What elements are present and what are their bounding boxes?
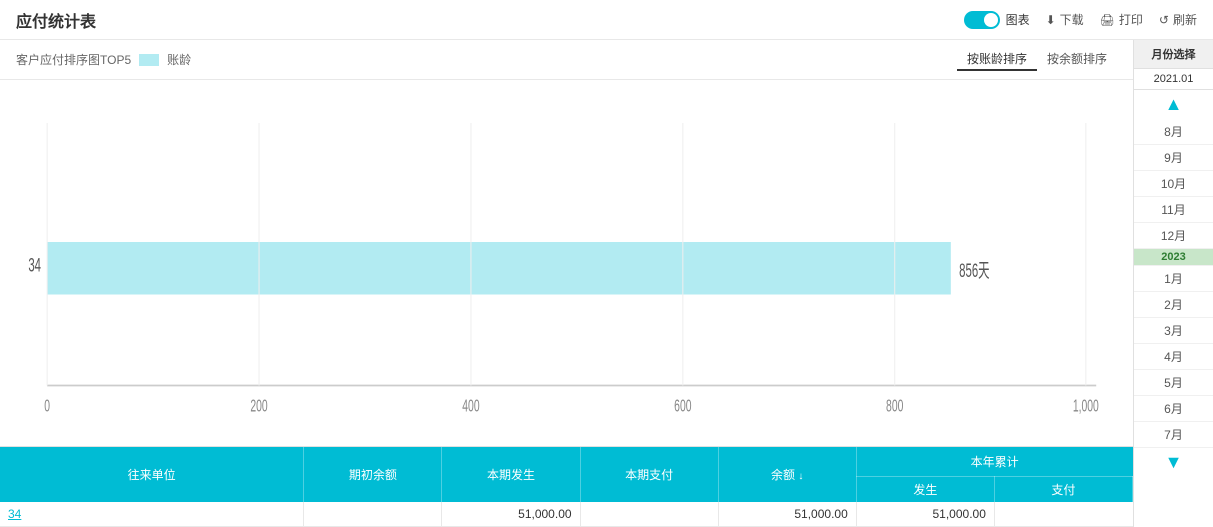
print-icon: 🖨 xyxy=(1100,13,1115,27)
sidebar-header: 月份选择 xyxy=(1134,40,1213,69)
chart-header: 客户应付排序图TOP5 账龄 按账龄排序 按余额排序 xyxy=(0,40,1133,80)
legend-label: 客户应付排序图TOP5 xyxy=(16,51,131,68)
col-header-fash: 发生 xyxy=(856,477,994,503)
cell-benqizhifu xyxy=(580,502,718,527)
chart-toggle-wrap[interactable]: 图表 xyxy=(964,11,1030,29)
month-item-4[interactable]: 4月 xyxy=(1134,344,1213,370)
month-item-5[interactable]: 5月 xyxy=(1134,370,1213,396)
year-marker-2023[interactable]: 2023 xyxy=(1134,249,1213,266)
cell-qichuyue xyxy=(304,502,442,527)
cell-fash: 51,000.00 xyxy=(856,502,994,527)
month-item-1[interactable]: 1月 xyxy=(1134,266,1213,292)
cell-yue: 51,000.00 xyxy=(718,502,856,527)
col-header-bennianlj: 本年累计 xyxy=(856,447,1132,477)
svg-text:400: 400 xyxy=(462,397,479,416)
toggle-label: 图表 xyxy=(1006,11,1030,28)
month-item-9[interactable]: 9月 xyxy=(1134,145,1213,171)
cell-laiwai: 34 xyxy=(0,502,304,527)
col-header-benqifasheng: 本期发生 xyxy=(442,447,580,502)
month-item-12[interactable]: 12月 xyxy=(1134,223,1213,249)
col-header-zhifu: 支付 xyxy=(994,477,1132,503)
yue-sort-icon[interactable]: ↓ xyxy=(798,471,803,482)
month-item-6[interactable]: 6月 xyxy=(1134,396,1213,422)
header-actions: 图表 ⬇ 下载 🖨 打印 ↺ 刷新 xyxy=(964,11,1197,29)
sidebar-down-button[interactable]: ▼ xyxy=(1134,448,1213,477)
col-header-qichuyue: 期初余额 xyxy=(304,447,442,502)
sidebar-up-button[interactable]: ▲ xyxy=(1134,90,1213,119)
col-header-yue: 余额 ↓ xyxy=(718,447,856,502)
col-header-benqizhifu: 本期支付 xyxy=(580,447,718,502)
laiwai-link[interactable]: 34 xyxy=(8,507,21,521)
month-item-7[interactable]: 7月 xyxy=(1134,422,1213,448)
legend-box-label: 账龄 xyxy=(167,51,191,68)
refresh-label: 刷新 xyxy=(1173,11,1197,28)
cell-zhifu xyxy=(994,502,1132,527)
chart-bar xyxy=(47,242,951,295)
print-label: 打印 xyxy=(1119,11,1143,28)
refresh-button[interactable]: ↺ 刷新 xyxy=(1159,11,1197,28)
page-title: 应付统计表 xyxy=(16,8,96,32)
chart-area: 34 856天 0 200 400 600 800 1,000 xyxy=(0,80,1133,446)
up-icon: ▲ xyxy=(1165,94,1183,115)
down-icon: ▼ xyxy=(1165,452,1183,473)
table-row: 34 51,000.00 51,000.00 51,000.00 xyxy=(0,502,1133,527)
refresh-icon: ↺ xyxy=(1159,13,1169,27)
svg-text:1,000: 1,000 xyxy=(1073,397,1099,416)
sort-buttons: 按账龄排序 按余额排序 xyxy=(957,48,1117,71)
download-label: 下载 xyxy=(1060,11,1084,28)
col-header-laiwai: 往来单位 xyxy=(0,447,304,502)
svg-text:0: 0 xyxy=(44,397,50,416)
chart-svg: 34 856天 0 200 400 600 800 1,000 xyxy=(16,88,1117,438)
table-section: 往来单位 期初余额 本期发生 本期支付 余额 ↓ 本年累计 xyxy=(0,446,1133,527)
month-item-11[interactable]: 11月 xyxy=(1134,197,1213,223)
sidebar-year-input[interactable]: 2021.01 xyxy=(1134,69,1213,90)
svg-text:800: 800 xyxy=(886,397,903,416)
download-icon: ⬇ xyxy=(1046,13,1056,27)
download-button[interactable]: ⬇ 下载 xyxy=(1046,11,1084,28)
month-sidebar: 月份选择 2021.01 ▲ 8月 9月 10月 11月 12月 2023 1月… xyxy=(1133,40,1213,527)
svg-text:600: 600 xyxy=(674,397,691,416)
print-button[interactable]: 🖨 打印 xyxy=(1100,11,1143,28)
chart-toggle[interactable] xyxy=(964,11,1000,29)
month-item-2[interactable]: 2月 xyxy=(1134,292,1213,318)
cell-benqifasheng: 51,000.00 xyxy=(442,502,580,527)
month-item-10[interactable]: 10月 xyxy=(1134,171,1213,197)
legend-box xyxy=(139,54,159,66)
summary-table: 往来单位 期初余额 本期发生 本期支付 余额 ↓ 本年累计 xyxy=(0,447,1133,527)
month-item-3[interactable]: 3月 xyxy=(1134,318,1213,344)
sort-by-amount-button[interactable]: 按账龄排序 xyxy=(957,48,1037,71)
bar-value-label: 856天 xyxy=(959,261,990,282)
sort-by-balance-button[interactable]: 按余额排序 xyxy=(1037,48,1117,71)
y-axis-label: 34 xyxy=(28,256,41,277)
month-item-8[interactable]: 8月 xyxy=(1134,119,1213,145)
svg-text:200: 200 xyxy=(250,397,267,416)
chart-legend: 客户应付排序图TOP5 账龄 xyxy=(16,51,191,68)
